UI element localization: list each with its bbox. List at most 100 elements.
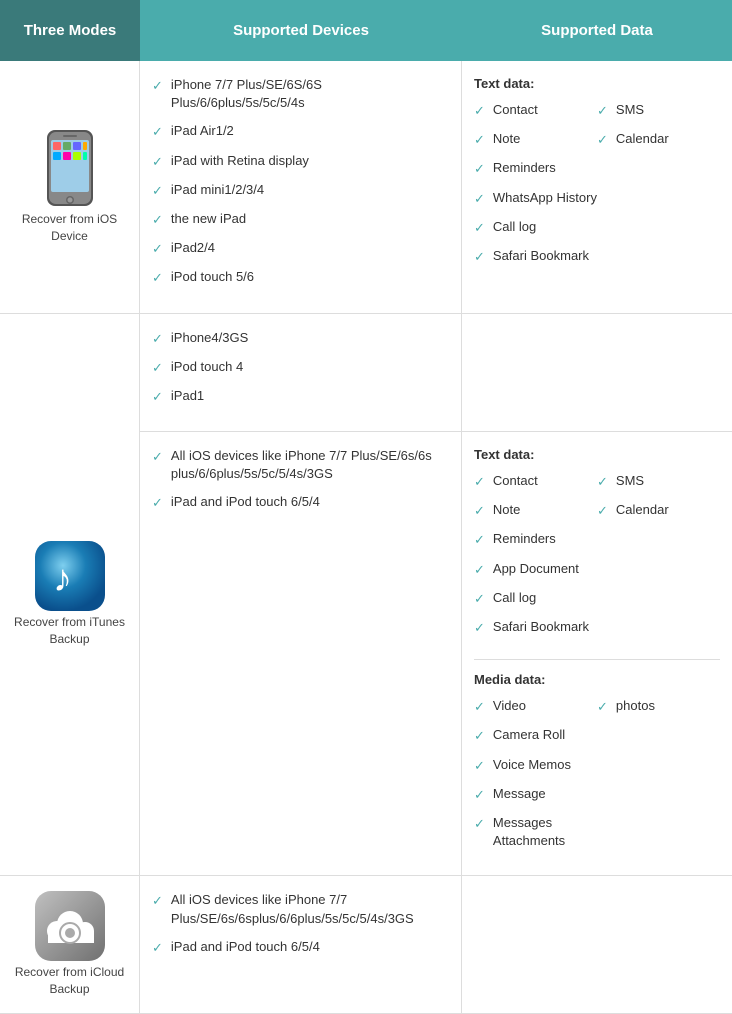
check-icon: ✓ bbox=[152, 211, 163, 229]
data-col-left: ✓Contact✓Note✓Reminders✓App Document✓Cal… bbox=[474, 472, 597, 647]
check-item: ✓iPad1 bbox=[152, 387, 449, 406]
check-text: the new iPad bbox=[171, 210, 246, 228]
check-item: ✓ Messages Attachments bbox=[474, 814, 597, 850]
check-item: ✓SMS bbox=[597, 101, 720, 120]
mode-label: Recover from iCloud Backup bbox=[8, 964, 131, 998]
check-icon: ✓ bbox=[474, 619, 485, 637]
header-supported-devices: Supported Devices bbox=[140, 0, 462, 61]
check-text: Camera Roll bbox=[493, 726, 565, 744]
check-text: iPod touch 5/6 bbox=[171, 268, 254, 286]
check-text: All iOS devices like iPhone 7/7 Plus/SE/… bbox=[171, 891, 449, 927]
check-icon: ✓ bbox=[152, 939, 163, 957]
check-icon: ✓ bbox=[474, 590, 485, 608]
check-icon: ✓ bbox=[152, 330, 163, 348]
check-icon: ✓ bbox=[597, 102, 608, 120]
mode-cell: Recover from iOS Device bbox=[0, 61, 140, 313]
mode-label: Recover from iTunes Backup bbox=[8, 614, 131, 648]
check-item: ✓SMS bbox=[597, 472, 720, 491]
data-col-left: ✓Contact✓Note✓Reminders✓WhatsApp History… bbox=[474, 101, 597, 276]
check-text: Voice Memos bbox=[493, 756, 571, 774]
check-text: iPad with Retina display bbox=[171, 152, 309, 170]
main-row: Recover from iCloud Backup ✓ All iOS devic… bbox=[0, 876, 732, 1014]
main-row: Recover from iOS Device ✓ iPhone 7/7 Plus/… bbox=[0, 61, 732, 314]
check-text: iPad and iPod touch 6/5/4 bbox=[171, 938, 320, 956]
check-icon: ✓ bbox=[152, 153, 163, 171]
check-item: ✓ iPad with Retina display bbox=[152, 152, 449, 171]
check-icon: ✓ bbox=[474, 757, 485, 775]
check-icon: ✓ bbox=[474, 160, 485, 178]
check-icon: ✓ bbox=[474, 219, 485, 237]
check-item: ✓ iPod touch 5/6 bbox=[152, 268, 449, 287]
check-item: ✓Note bbox=[474, 130, 597, 149]
data-cell: Text data:✓Contact✓Note✓Reminders✓WhatsA… bbox=[462, 61, 732, 313]
check-icon: ✓ bbox=[597, 698, 608, 716]
check-text: iPod touch 4 bbox=[171, 358, 243, 376]
check-item: ✓ iPad2/4 bbox=[152, 239, 449, 258]
data-col-left: ✓Video✓Camera Roll✓Voice Memos✓Message✓M… bbox=[474, 697, 597, 860]
check-item: ✓ iPad and iPod touch 6/5/4 bbox=[152, 938, 449, 957]
check-icon: ✓ bbox=[152, 269, 163, 287]
check-item: ✓App Document bbox=[474, 560, 597, 579]
check-text: SMS bbox=[616, 472, 644, 490]
devices-cell: ✓ All iOS devices like iPhone 7/7 Plus/SE… bbox=[140, 876, 462, 1013]
check-item: ✓Contact bbox=[474, 472, 597, 491]
check-icon: ✓ bbox=[474, 102, 485, 120]
check-icon: ✓ bbox=[152, 388, 163, 406]
header: Three Modes Supported Devices Supported … bbox=[0, 0, 732, 61]
svg-text:♪: ♪ bbox=[53, 558, 72, 600]
mode-cell: ♪ Recover from iTunes Backup bbox=[0, 314, 140, 876]
check-text: App Document bbox=[493, 560, 579, 578]
mode-label: Recover from iOS Device bbox=[8, 211, 131, 245]
check-item: ✓Calendar bbox=[597, 130, 720, 149]
check-text: iPhone4/3GS bbox=[171, 329, 248, 347]
check-icon: ✓ bbox=[474, 502, 485, 520]
data-col-right: ✓SMS ✓ Calendar bbox=[597, 472, 720, 647]
check-text: iPad and iPod touch 6/5/4 bbox=[171, 493, 320, 511]
check-item: ✓ the new iPad bbox=[152, 210, 449, 229]
check-item: ✓iPod touch 4 bbox=[152, 358, 449, 377]
data-items-grid: ✓Contact✓Note✓Reminders✓WhatsApp History… bbox=[474, 101, 720, 276]
check-text: iPhone 7/7 Plus/SE/6S/6S Plus/6/6plus/5s… bbox=[171, 76, 449, 112]
check-text: All iOS devices like iPhone 7/7 Plus/SE/… bbox=[171, 447, 449, 483]
check-icon: ✓ bbox=[152, 494, 163, 512]
header-supported-data: Supported Data bbox=[462, 0, 732, 61]
check-item: ✓ Calendar bbox=[597, 501, 720, 520]
check-icon: ✓ bbox=[152, 892, 163, 910]
check-item: ✓ iPhone 7/7 Plus/SE/6S/6S Plus/6/6plus/5… bbox=[152, 76, 449, 112]
check-text: photos bbox=[616, 697, 655, 715]
check-item: ✓ iPad and iPod touch 6/5/4 bbox=[152, 493, 449, 512]
check-icon: ✓ bbox=[152, 77, 163, 95]
check-item: ✓Call log bbox=[474, 589, 597, 608]
check-icon: ✓ bbox=[474, 698, 485, 716]
check-icon: ✓ bbox=[474, 786, 485, 804]
check-text: Calendar bbox=[616, 501, 669, 519]
check-text: iPad2/4 bbox=[171, 239, 215, 257]
devices-cell: ✓iPhone4/3GS✓iPod touch 4✓iPad1 bbox=[140, 314, 462, 432]
check-text: Messages Attachments bbox=[493, 814, 597, 850]
empty-data-cell bbox=[462, 876, 732, 1013]
check-item: ✓ photos bbox=[597, 697, 720, 716]
check-item: ✓Reminders bbox=[474, 159, 597, 178]
check-text: Reminders bbox=[493, 530, 556, 548]
check-icon: ✓ bbox=[597, 502, 608, 520]
check-item: ✓ Call log bbox=[474, 218, 597, 237]
check-icon: ✓ bbox=[474, 531, 485, 549]
check-icon: ✓ bbox=[474, 248, 485, 266]
itunes-icon: ♪ bbox=[35, 541, 105, 614]
sub-row: ✓ All iOS devices like iPhone 7/7 Plus/SE… bbox=[140, 432, 732, 875]
check-text: Contact bbox=[493, 101, 538, 119]
check-text: Call log bbox=[493, 218, 536, 236]
check-icon: ✓ bbox=[474, 815, 485, 833]
data-cell: Text data:✓Contact✓Note✓Reminders✓App Do… bbox=[462, 432, 732, 875]
check-icon: ✓ bbox=[152, 240, 163, 258]
main-row: ♪ Recover from iTunes Backup ✓ iPhone4/3GS… bbox=[0, 314, 732, 877]
check-item: ✓ iPhone4/3GS bbox=[152, 329, 449, 348]
header-three-modes: Three Modes bbox=[0, 0, 140, 61]
check-text: Note bbox=[493, 130, 520, 148]
check-text: Contact bbox=[493, 472, 538, 490]
check-text: Calendar bbox=[616, 130, 669, 148]
sub-container: ✓ iPhone 7/7 Plus/SE/6S/6S Plus/6/6plus/5… bbox=[140, 61, 732, 313]
check-item: ✓ Voice Memos bbox=[474, 756, 597, 775]
sub-row: ✓ All iOS devices like iPhone 7/7 Plus/SE… bbox=[140, 876, 732, 1013]
devices-cell: ✓ All iOS devices like iPhone 7/7 Plus/SE… bbox=[140, 432, 462, 875]
